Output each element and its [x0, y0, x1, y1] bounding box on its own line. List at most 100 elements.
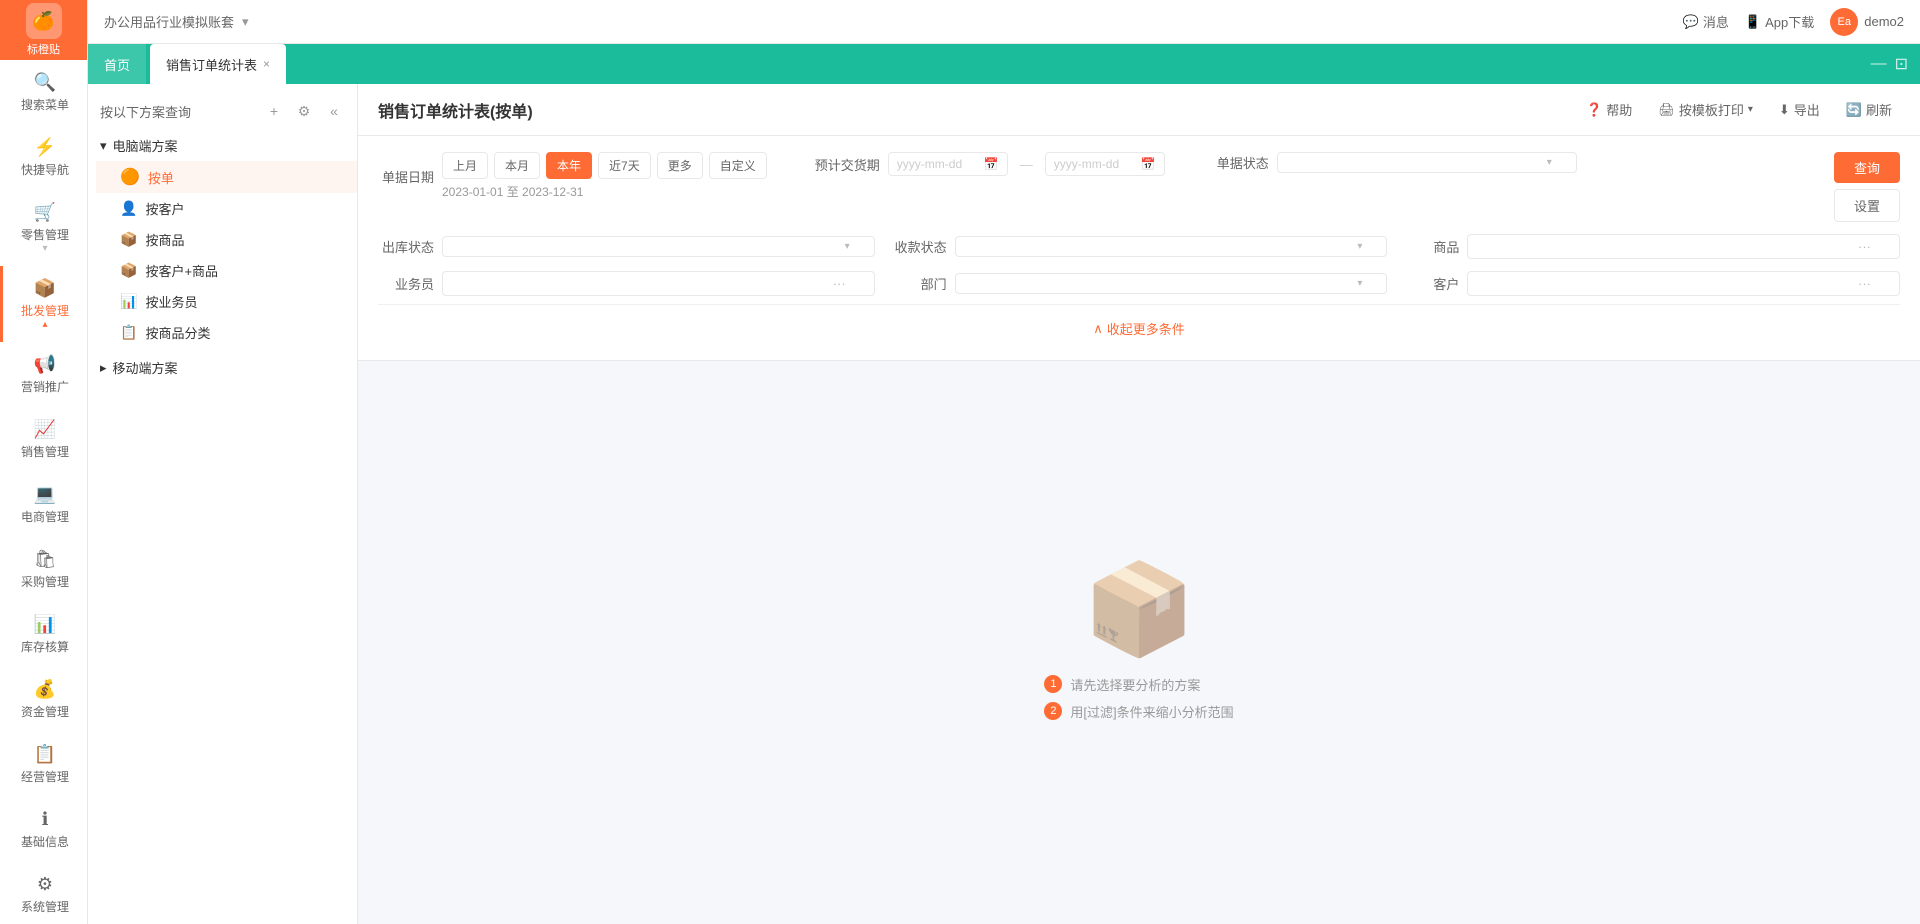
- date-btn-custom[interactable]: 自定义: [709, 152, 767, 179]
- sidebar-item-label: 经营管理: [21, 768, 69, 785]
- tree-item-label: 按单: [148, 168, 174, 187]
- goods-select[interactable]: ···: [1467, 234, 1900, 259]
- empty-tips: 1 请先选择要分析的方案 2 用[过滤]条件来缩小分析范围: [1044, 675, 1233, 721]
- quicknav-icon: ⚡: [34, 137, 56, 158]
- settings-scheme-btn[interactable]: ⚙: [293, 100, 315, 122]
- tree-item-label: 按商品: [145, 230, 184, 249]
- message-btn[interactable]: 💬 消息: [1683, 12, 1729, 31]
- title-arrow[interactable]: ▾: [242, 14, 249, 30]
- refresh-btn[interactable]: 🔄 刷新: [1838, 96, 1900, 123]
- expected-date-label: 预计交货期: [815, 155, 880, 174]
- tab-maximize-btn[interactable]: ⊡: [1895, 54, 1908, 74]
- date-btn-7days[interactable]: 近7天: [598, 152, 651, 179]
- tree-item-by-customer-goods[interactable]: 📦 按客户+商品: [96, 255, 357, 286]
- content-area: 按以下方案查询 + ⚙ « ▾ 电脑端方案 🟠 按单 👤 按客: [88, 84, 1920, 924]
- date-btn-lastmonth[interactable]: 上月: [442, 152, 488, 179]
- sidebar-item-marketing[interactable]: 📢 营销推广: [0, 342, 88, 407]
- tab-sales-stats[interactable]: 销售订单统计表 ×: [150, 44, 286, 84]
- tree-item-by-salesperson[interactable]: 📊 按业务员: [96, 286, 357, 317]
- sidebar-item-inventory[interactable]: 📊 库存核算: [0, 602, 88, 667]
- sidebar-item-operations[interactable]: 📋 经营管理: [0, 732, 88, 797]
- tree-item-label: 按客户+商品: [145, 261, 218, 280]
- right-panel: 销售订单统计表(按单) ❓ 帮助 🖨 按模板打印 ▾ ⬇ 导出: [358, 84, 1920, 924]
- tab-bar-right: — ⊡: [1871, 54, 1920, 74]
- header-left: 办公用品行业模拟账套 ▾: [104, 12, 249, 31]
- date-btn-thisyear[interactable]: 本年: [546, 152, 592, 179]
- help-btn[interactable]: ❓ 帮助: [1578, 96, 1640, 123]
- by-salesperson-icon: 📊: [120, 293, 137, 310]
- user-menu[interactable]: Ea demo2: [1830, 8, 1904, 36]
- date-btn-thismonth[interactable]: 本月: [494, 152, 540, 179]
- sidebar-item-label: 库存核算: [21, 638, 69, 655]
- sidebar-item-search[interactable]: 🔍 搜索菜单: [0, 60, 88, 125]
- tree-item-by-category[interactable]: 📋 按商品分类: [96, 317, 357, 348]
- tree-item-by-customer[interactable]: 👤 按客户: [96, 193, 357, 224]
- sidebar-item-label: 零售管理: [21, 226, 69, 243]
- status-label: 单据状态: [1213, 153, 1269, 172]
- customer-select[interactable]: ···: [1467, 271, 1900, 296]
- collapse-more-btn[interactable]: ∧ 收起更多条件: [378, 313, 1900, 344]
- tree-parent-mobile[interactable]: ▸ 移动端方案: [88, 352, 357, 383]
- logo-icon: 🍊: [26, 3, 62, 39]
- expected-date-to[interactable]: yyyy-mm-dd 📅: [1045, 152, 1165, 176]
- user-initials: Ea: [1838, 16, 1851, 28]
- sidebar-item-quicknav[interactable]: ⚡ 快捷导航: [0, 125, 88, 190]
- tab-bar: 首页 销售订单统计表 × — ⊡: [88, 44, 1920, 84]
- tab-minimize-btn[interactable]: —: [1871, 55, 1887, 73]
- filter-area: 单据日期 上月 本月 本年 近7天 更多 自定义 2023-01-01 至 20…: [358, 136, 1920, 361]
- retail-icon: 🛒: [34, 202, 56, 223]
- tree-parent-desktop[interactable]: ▾ 电脑端方案: [88, 130, 357, 161]
- tab-home-label: 首页: [104, 55, 130, 74]
- inventory-icon: 📊: [34, 614, 56, 635]
- tab-close-icon[interactable]: ×: [263, 57, 270, 71]
- tree-children-desktop: 🟠 按单 👤 按客户 📦 按商品 📦 按客户+商品 📊 按业务员: [88, 161, 357, 348]
- tab-home[interactable]: 首页: [88, 44, 146, 84]
- sidebar-item-label: 营销推广: [21, 378, 69, 395]
- marketing-icon: 📢: [34, 354, 56, 375]
- search-icon: 🔍: [34, 72, 56, 93]
- by-customer-icon: 👤: [120, 200, 137, 217]
- by-order-icon: 🟠: [120, 167, 140, 187]
- tree-item-by-goods[interactable]: 📦 按商品: [96, 224, 357, 255]
- delivery-status-select[interactable]: ▾: [442, 236, 875, 257]
- print-btn[interactable]: 🖨 按模板打印 ▾: [1650, 96, 1761, 123]
- settings-btn[interactable]: 设置: [1834, 189, 1900, 222]
- payment-status-label: 收款状态: [891, 237, 947, 256]
- sidebar-item-ecommerce[interactable]: 💻 电商管理: [0, 472, 88, 537]
- page-title: 销售订单统计表(按单): [378, 98, 533, 122]
- export-btn[interactable]: ⬇ 导出: [1771, 96, 1828, 123]
- sidebar-item-label: 批发管理: [21, 302, 69, 319]
- dept-label: 部门: [891, 274, 947, 293]
- date-btn-more[interactable]: 更多: [657, 152, 703, 179]
- sidebar-item-label: 销售管理: [21, 443, 69, 460]
- app-download-btn[interactable]: 📱 App下载: [1745, 12, 1814, 31]
- salesperson-select[interactable]: ···: [442, 271, 875, 296]
- customer-dots[interactable]: ···: [1854, 276, 1875, 291]
- payment-status-select[interactable]: ▾: [955, 236, 1388, 257]
- sidebar-item-system[interactable]: ⚙ 系统管理: [0, 862, 88, 924]
- query-btn[interactable]: 查询: [1834, 152, 1900, 183]
- system-icon: ⚙: [37, 874, 53, 895]
- sidebar-item-label: 采购管理: [21, 573, 69, 590]
- sidebar-item-wholesale[interactable]: 📦 批发管理 ▴: [0, 266, 88, 342]
- logo-text: 标橙贴: [27, 41, 60, 57]
- sidebar-item-retail[interactable]: 🛒 零售管理 ▾: [0, 190, 88, 266]
- left-panel-title: 按以下方案查询: [100, 102, 191, 121]
- sidebar-item-sales[interactable]: 📈 销售管理: [0, 407, 88, 472]
- salesperson-dots[interactable]: ···: [829, 276, 850, 291]
- export-label: 导出: [1794, 100, 1820, 119]
- empty-illustration: 📦: [1083, 565, 1195, 655]
- dept-select[interactable]: ▾: [955, 273, 1388, 294]
- status-select[interactable]: ▾: [1277, 152, 1577, 173]
- customer-label: 客户: [1403, 274, 1459, 293]
- collapse-panel-btn[interactable]: «: [323, 100, 345, 122]
- goods-dots[interactable]: ···: [1854, 239, 1875, 254]
- sidebar-item-label: 搜索菜单: [21, 96, 69, 113]
- tree-item-by-order[interactable]: 🟠 按单: [96, 161, 357, 193]
- add-scheme-btn[interactable]: +: [263, 100, 285, 122]
- left-panel-icons: + ⚙ «: [263, 100, 345, 122]
- sidebar-item-basics[interactable]: ℹ 基础信息: [0, 797, 88, 862]
- sidebar-item-finance[interactable]: 💰 资金管理: [0, 667, 88, 732]
- expected-date-from[interactable]: yyyy-mm-dd 📅: [888, 152, 1008, 176]
- sidebar-item-purchase[interactable]: 🛍 采购管理: [0, 537, 88, 602]
